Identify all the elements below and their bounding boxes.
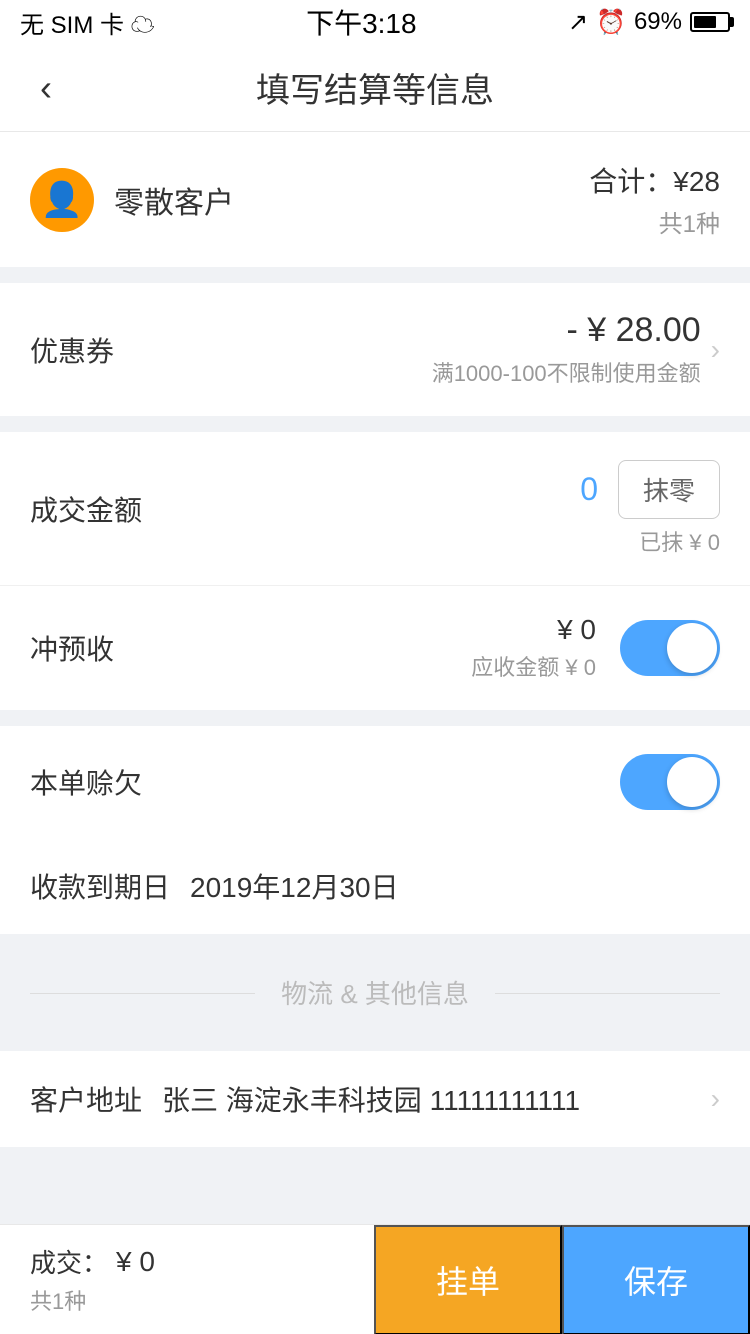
status-bar: 无 SIM 卡 ☁ 下午3:18 ↗ ⏰ 69%: [0, 0, 750, 44]
battery-fill: [694, 16, 716, 28]
status-time: 下午3:18: [306, 2, 417, 42]
bottom-bar: 成交： ¥ 0 共1种 挂单 保存: [0, 1224, 750, 1334]
customer-total: 合计：¥28: [589, 160, 720, 200]
customer-right: 合计：¥28 共1种: [589, 160, 720, 239]
round-button[interactable]: 抹零: [618, 460, 720, 519]
coupon-desc: 满1000-100不限制使用金额: [432, 356, 701, 388]
prepay-sub: 应收金额 ¥ 0: [471, 650, 596, 682]
status-left: 无 SIM 卡 ☁: [20, 5, 155, 40]
chevron-right-icon: ›: [711, 334, 720, 366]
bottom-deal-amount: ¥ 0: [116, 1246, 155, 1278]
deal-amount-row: 成交金额 0 抹零 已抹 ¥ 0: [0, 432, 750, 586]
bottom-left: 成交： ¥ 0 共1种: [0, 1243, 374, 1316]
prepay-info: ¥ 0 应收金额 ¥ 0: [471, 614, 596, 682]
prepay-right: ¥ 0 应收金额 ¥ 0: [471, 614, 720, 682]
deal-label: 成交金额: [30, 489, 142, 529]
avatar-icon: 👤: [41, 180, 83, 220]
deal-left-block: 成交金额: [30, 489, 142, 529]
customer-count: 共1种: [589, 204, 720, 239]
debt-label: 本单赊欠: [30, 762, 142, 802]
deal-value[interactable]: 0: [580, 471, 598, 508]
page-title: 填写结算等信息: [256, 63, 494, 112]
divider-label: 物流 & 其他信息: [0, 950, 750, 1035]
debt-toggle[interactable]: [620, 754, 720, 810]
customer-left: 👤 零散客户: [30, 168, 234, 232]
avatar: 👤: [30, 168, 94, 232]
prepay-amount: ¥ 0: [471, 614, 596, 646]
coupon-amount: - ¥ 28.00: [432, 311, 701, 350]
prepay-label: 冲预收: [30, 628, 114, 668]
debt-row: 本单赊欠: [0, 726, 750, 838]
coupon-label: 优惠券: [30, 330, 114, 370]
deal-right: 0 抹零: [580, 460, 720, 519]
toggle-thumb-debt: [667, 757, 717, 807]
due-date-section: 收款到期日 2019年12月30日: [0, 838, 750, 934]
coupon-section[interactable]: 优惠券 - ¥ 28.00 满1000-100不限制使用金额 ›: [0, 283, 750, 416]
divider-section: 物流 & 其他信息: [0, 950, 750, 1035]
sim-label: 无 SIM 卡 ☁: [20, 5, 155, 40]
back-button[interactable]: ‹: [30, 57, 62, 119]
hold-button[interactable]: 挂单: [374, 1225, 562, 1334]
coupon-right: - ¥ 28.00 满1000-100不限制使用金额 ›: [432, 311, 720, 388]
due-date-label: 收款到期日: [30, 866, 170, 906]
alarm-icon: ⏰: [596, 8, 626, 37]
prepay-toggle[interactable]: [620, 620, 720, 676]
address-label: 客户地址: [30, 1079, 142, 1119]
address-chevron-icon: ›: [711, 1083, 720, 1115]
deal-prepay-section: 成交金额 0 抹零 已抹 ¥ 0 冲预收 ¥ 0 应收金额 ¥ 0: [0, 432, 750, 710]
bottom-deal: 成交： ¥ 0: [30, 1243, 344, 1280]
address-section[interactable]: 客户地址 张三 海淀永丰科技园 11111111111 ›: [0, 1051, 750, 1147]
deal-sub: 已抹 ¥ 0: [639, 525, 720, 557]
status-right: ↗ ⏰ 69%: [568, 8, 730, 37]
toggle-thumb: [667, 623, 717, 673]
nav-bar: ‹ 填写结算等信息: [0, 44, 750, 132]
battery-icon: [690, 12, 730, 32]
due-date-value: 2019年12月30日: [190, 866, 399, 906]
bottom-count: 共1种: [30, 1284, 344, 1316]
gps-icon: ↗: [568, 8, 588, 37]
battery-percent: 69%: [634, 8, 682, 36]
bottom-deal-label: 成交：: [30, 1243, 108, 1280]
customer-name: 零散客户: [114, 178, 234, 222]
coupon-right-text: - ¥ 28.00 满1000-100不限制使用金额: [432, 311, 701, 388]
address-row[interactable]: 客户地址 张三 海淀永丰科技园 11111111111 ›: [0, 1051, 750, 1147]
address-value: 张三 海淀永丰科技园 11111111111: [162, 1079, 701, 1119]
customer-section: 👤 零散客户 合计：¥28 共1种: [0, 132, 750, 267]
coupon-row[interactable]: 优惠券 - ¥ 28.00 满1000-100不限制使用金额 ›: [0, 283, 750, 416]
debt-section: 本单赊欠: [0, 726, 750, 838]
save-button[interactable]: 保存: [562, 1225, 750, 1334]
deal-right-block: 0 抹零 已抹 ¥ 0: [580, 460, 720, 557]
prepay-row: 冲预收 ¥ 0 应收金额 ¥ 0: [0, 586, 750, 710]
